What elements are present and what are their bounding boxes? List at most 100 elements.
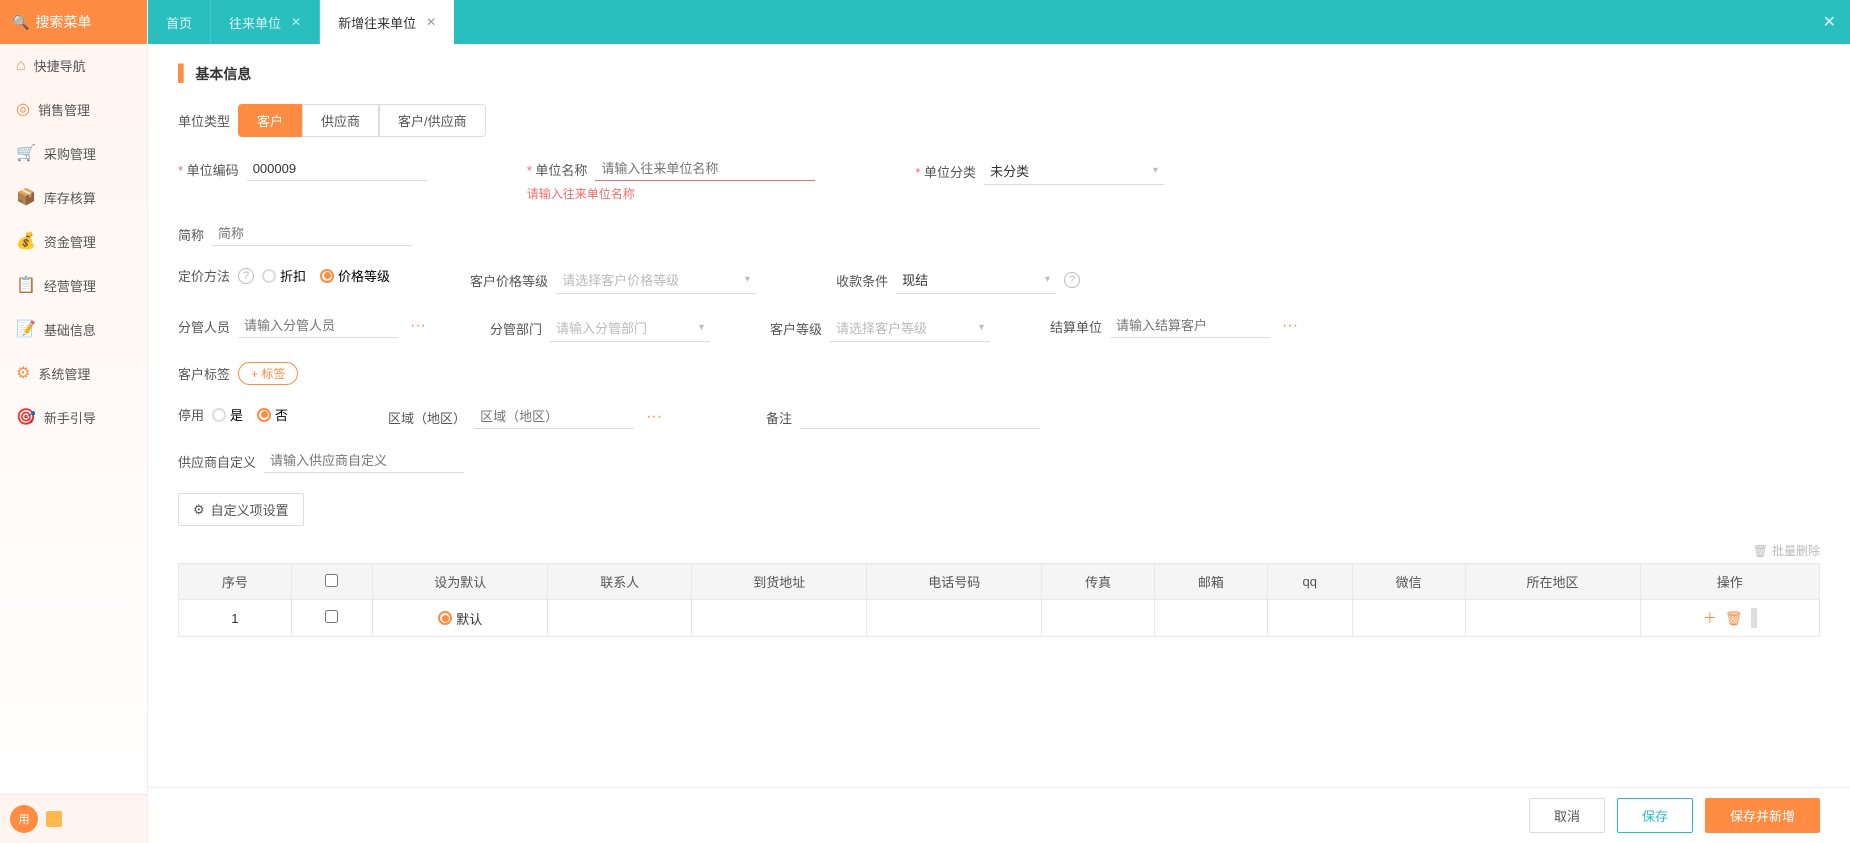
- row-checkbox-input[interactable]: [325, 610, 338, 623]
- unit-category-select[interactable]: 未分类 ▾: [984, 157, 1164, 185]
- unit-type-btn-group: 客户 供应商 客户/供应商: [238, 104, 486, 137]
- default-radio-circle: [438, 611, 452, 625]
- short-name-input[interactable]: [212, 222, 412, 246]
- department-placeholder: 请输入分管部门: [556, 318, 695, 337]
- region-input[interactable]: [474, 405, 634, 429]
- short-name-label: 简称: [178, 225, 204, 244]
- no-label: 否: [275, 405, 288, 424]
- col-wechat: 微信: [1352, 564, 1465, 600]
- sidebar-item-basic-info[interactable]: 📝 基础信息: [0, 307, 147, 351]
- disabled-yes-radio[interactable]: 是: [212, 405, 243, 424]
- save-new-button[interactable]: 保存并新增: [1705, 798, 1820, 833]
- customer-level-label: 客户等级: [770, 319, 822, 338]
- add-tag-button[interactable]: + 标签: [238, 362, 298, 385]
- sidebar-item-finance[interactable]: 💰 资金管理: [0, 219, 147, 263]
- sidebar-item-quick-nav[interactable]: ⌂ 快捷导航: [0, 44, 147, 87]
- select-all-checkbox[interactable]: [325, 574, 338, 587]
- customer-level-select[interactable]: 请选择客户等级 ▾: [830, 314, 990, 342]
- notification-icon[interactable]: [46, 811, 62, 827]
- sidebar-item-guide[interactable]: 🎯 新手引导: [0, 395, 147, 439]
- trash-icon: 🗑: [1753, 544, 1768, 558]
- cancel-button[interactable]: 取消: [1529, 798, 1605, 833]
- sidebar-item-operations[interactable]: 📋 经营管理: [0, 263, 147, 307]
- row-email: [1155, 600, 1268, 637]
- supplier-custom-label: 供应商自定义: [178, 452, 256, 471]
- settlement-more-btn[interactable]: ···: [1278, 317, 1302, 335]
- section-title-text: 基本信息: [195, 64, 251, 84]
- sidebar-item-system[interactable]: ⚙ 系统管理: [0, 351, 147, 395]
- remarks-input[interactable]: [800, 405, 1040, 429]
- type-btn-supplier[interactable]: 供应商: [302, 104, 379, 137]
- system-icon: ⚙: [16, 363, 30, 383]
- manager-input[interactable]: [238, 314, 398, 338]
- region-field: 区域（地区） ···: [388, 405, 666, 429]
- settlement-unit-label: 结算单位: [1050, 317, 1102, 336]
- sidebar-item-purchase[interactable]: 🛒 采购管理: [0, 131, 147, 175]
- customer-level-placeholder: 请选择客户等级: [836, 318, 975, 337]
- sidebar-search-label: 搜索菜单: [35, 12, 91, 32]
- unit-code-input[interactable]: [247, 157, 427, 181]
- sidebar-search[interactable]: 🔍 搜索菜单: [0, 0, 147, 44]
- disabled-no-radio[interactable]: 否: [257, 405, 288, 424]
- unit-category-label: 单位分类: [915, 162, 976, 181]
- type-btn-both[interactable]: 客户/供应商: [379, 104, 486, 137]
- sidebar-item-inventory[interactable]: 📦 库存核算: [0, 175, 147, 219]
- payment-help-icon[interactable]: ?: [1064, 272, 1080, 288]
- add-row-icon[interactable]: ＋: [1703, 608, 1717, 628]
- col-email: 邮箱: [1155, 564, 1268, 600]
- chevron-down-icon: ▾: [745, 274, 750, 285]
- manager-label: 分管人员: [178, 317, 230, 336]
- col-actions: 操作: [1640, 564, 1819, 600]
- tab-partner-label: 往来单位: [229, 13, 281, 32]
- unit-code-field: 单位编码: [178, 157, 427, 181]
- supplier-custom-row: 供应商自定义: [178, 449, 1820, 473]
- row-default: 默认: [373, 600, 548, 637]
- tab-home[interactable]: 首页: [148, 0, 211, 44]
- yes-label: 是: [230, 405, 243, 424]
- save-button[interactable]: 保存: [1617, 798, 1693, 833]
- payment-terms-field: 收款条件 现结 ▾ ?: [836, 266, 1080, 294]
- row-address: [692, 600, 867, 637]
- row-index: 1: [179, 600, 292, 637]
- unit-type-field: 单位类型 客户 供应商 客户/供应商: [178, 104, 486, 137]
- default-label: 默认: [456, 609, 482, 628]
- tab-partner[interactable]: 往来单位 ✕: [211, 0, 320, 44]
- pricing-help-icon[interactable]: ?: [238, 268, 254, 284]
- supplier-custom-input[interactable]: [264, 449, 464, 473]
- pricing-discount-radio[interactable]: 折扣: [262, 266, 306, 285]
- manager-more-btn[interactable]: ···: [406, 317, 430, 335]
- region-label: 区域（地区）: [388, 408, 466, 427]
- type-btn-customer[interactable]: 客户: [238, 104, 302, 137]
- pricing-row: 定价方法 ? 折扣 价格等级 客户价格等级 请选择客户价格等级: [178, 266, 1820, 294]
- customer-price-level-select[interactable]: 请选择客户价格等级 ▾: [556, 266, 756, 294]
- personnel-row: 分管人员 ··· 分管部门 请输入分管部门 ▾ 客户等级 请选择客户等级 ▾ 结…: [178, 314, 1820, 342]
- custom-settings-button[interactable]: ⚙ 自定义项设置: [178, 493, 304, 526]
- pricing-level-radio[interactable]: 价格等级: [320, 266, 390, 285]
- tab-new-partner-close[interactable]: ✕: [426, 15, 436, 29]
- tab-partner-close[interactable]: ✕: [291, 15, 301, 29]
- department-label: 分管部门: [490, 319, 542, 338]
- unit-name-input[interactable]: [595, 157, 815, 181]
- settlement-unit-input[interactable]: [1110, 314, 1270, 338]
- row-default-radio[interactable]: 默认: [383, 609, 537, 628]
- col-region: 所在地区: [1465, 564, 1640, 600]
- scroll-handle[interactable]: [1751, 608, 1757, 628]
- batch-delete-label[interactable]: 批量删除: [1772, 542, 1820, 559]
- sidebar-item-sales[interactable]: ◎ 销售管理: [0, 87, 147, 131]
- contact-table: 序号 设为默认 联系人 到货地址 电话号码 传真 邮箱 qq 微信 所在地区 操…: [178, 563, 1820, 637]
- sidebar-item-label: 采购管理: [44, 144, 96, 163]
- payment-terms-select[interactable]: 现结 ▾: [896, 266, 1056, 294]
- tags-row: 客户标签 + 标签: [178, 362, 1820, 385]
- tab-new-partner[interactable]: 新增往来单位 ✕: [320, 0, 454, 44]
- region-more-btn[interactable]: ···: [642, 408, 666, 426]
- basic-info-icon: 📝: [16, 319, 36, 339]
- close-all-tabs[interactable]: ✕: [1809, 12, 1850, 32]
- delete-row-icon[interactable]: 🗑: [1725, 610, 1743, 627]
- sidebar-item-label: 新手引导: [44, 408, 96, 427]
- department-select[interactable]: 请输入分管部门 ▾: [550, 314, 710, 342]
- disabled-label: 停用: [178, 405, 204, 424]
- sales-icon: ◎: [16, 99, 30, 119]
- unit-code-label: 单位编码: [178, 160, 239, 179]
- col-default: 设为默认: [373, 564, 548, 600]
- pricing-method-field: 定价方法 ? 折扣 价格等级: [178, 266, 390, 285]
